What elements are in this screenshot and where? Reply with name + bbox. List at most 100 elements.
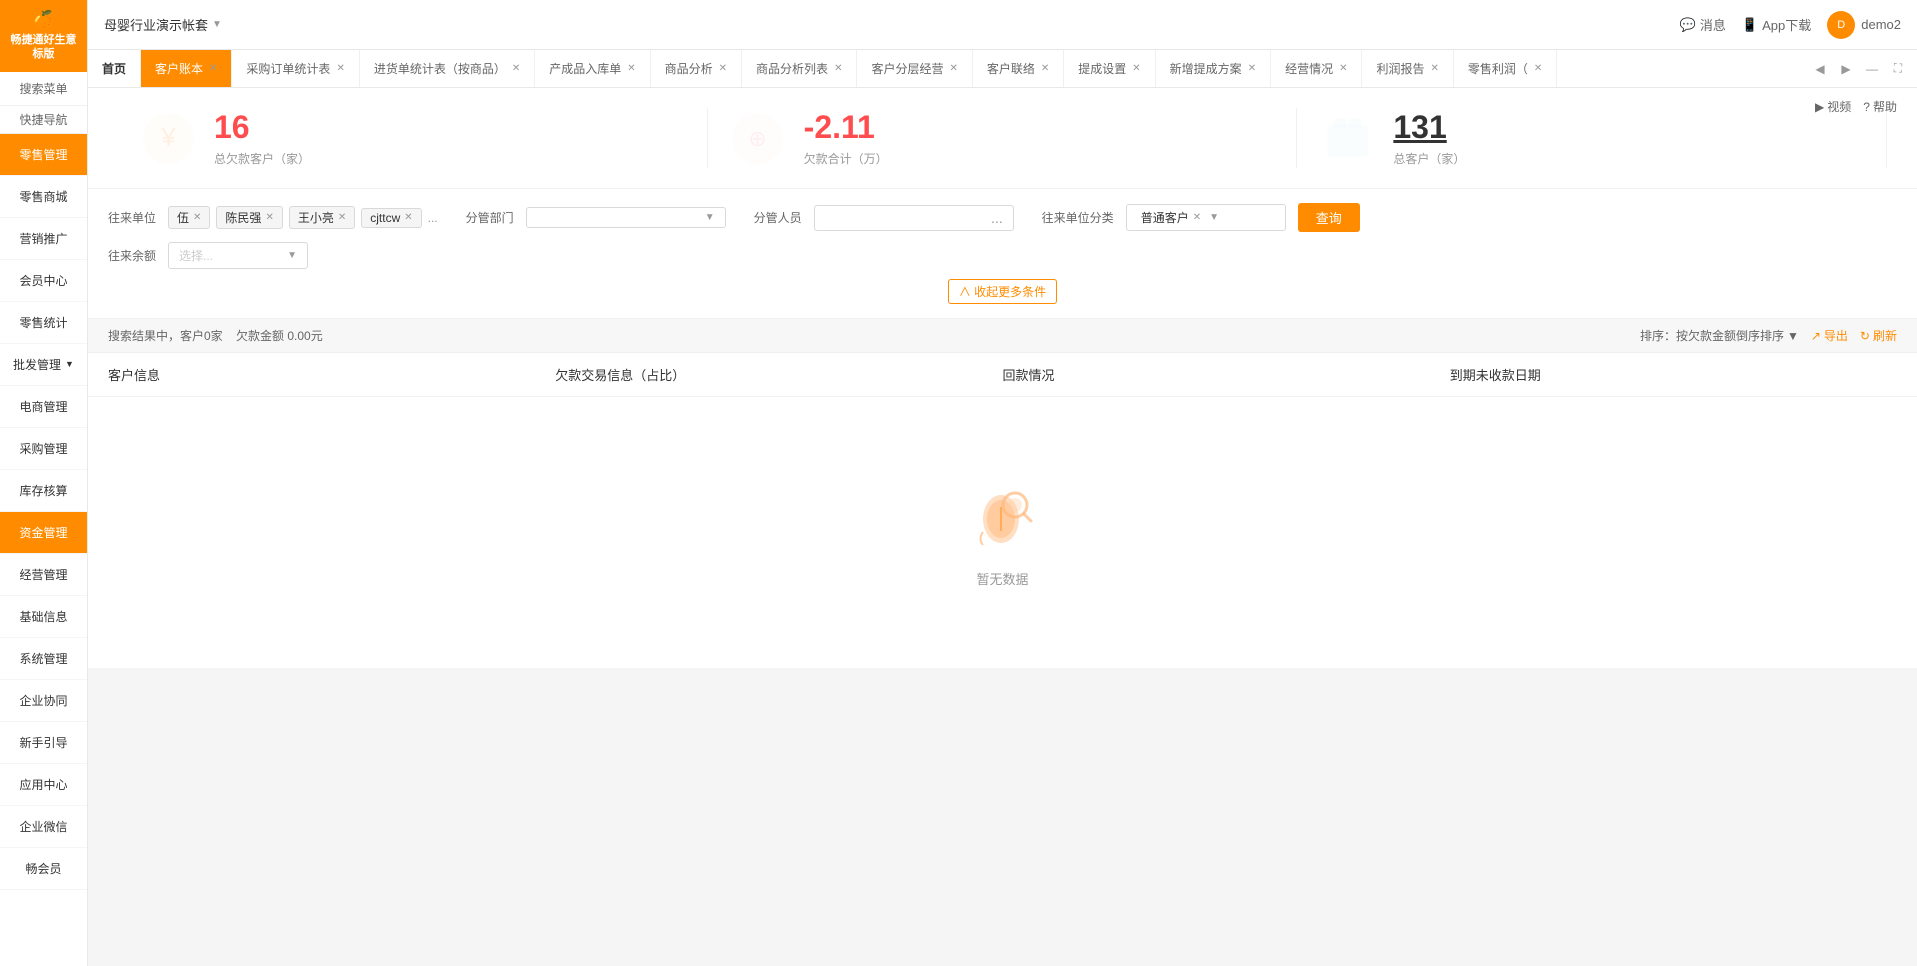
sidebar-item-ecommerce[interactable]: 电商管理: [0, 386, 87, 428]
stat-value-amount: -2.11: [804, 109, 888, 146]
svg-text:¥: ¥: [160, 123, 176, 151]
sidebar-item-enterprise-coop[interactable]: 企业协同: [0, 680, 87, 722]
search-menu-btn[interactable]: 搜索菜单: [0, 72, 87, 106]
tab-profit-report[interactable]: 利润报告 ✕: [1362, 50, 1453, 87]
tab-close-product-list[interactable]: ✕: [834, 63, 842, 74]
sidebar-item-inventory[interactable]: 库存核算: [0, 470, 87, 512]
tab-close-purchase-order[interactable]: ✕: [336, 63, 344, 74]
tab-business-status[interactable]: 经营情况 ✕: [1271, 50, 1362, 87]
download-icon: 📱: [1742, 17, 1758, 33]
tab-instock-stats[interactable]: 进货单统计表（按商品） ✕: [360, 50, 535, 87]
dept-select[interactable]: ▼: [526, 207, 726, 228]
amount-icon: ⊕: [728, 108, 788, 168]
tab-prev-btn[interactable]: ◀: [1809, 58, 1831, 80]
tab-product-instock[interactable]: 产成品入库单 ✕: [535, 50, 650, 87]
tab-product-analysis[interactable]: 商品分析 ✕: [651, 50, 742, 87]
filter-tag-chen[interactable]: 陈民强 ✕: [216, 206, 282, 229]
sidebar-item-new-user[interactable]: 新手引导: [0, 722, 87, 764]
main-content: 母婴行业演示帐套 ▼ 💬 消息 📱 App下载 D demo2: [88, 0, 1917, 966]
stat-value-customers: 16: [214, 109, 310, 146]
sort-btn[interactable]: 排序：按欠款金额倒序排序 ▼: [1640, 327, 1799, 344]
tab-customer-contact[interactable]: 客户联络 ✕: [973, 50, 1064, 87]
tab-retail-profit[interactable]: 零售利润（ ✕: [1454, 50, 1557, 87]
tab-close-business[interactable]: ✕: [1339, 63, 1347, 74]
person-select[interactable]: ...: [814, 205, 1014, 231]
table-header-due-date: 到期未收款日期: [1450, 365, 1897, 384]
unit-class-select[interactable]: 普通客户 ✕ ▼: [1126, 204, 1286, 231]
tab-product-analysis-list[interactable]: 商品分析列表 ✕: [742, 50, 857, 87]
sidebar-item-member-vip[interactable]: 畅会员: [0, 848, 87, 890]
tab-customer-account[interactable]: 客户账本 ✕: [141, 50, 232, 87]
remove-tag-cjttcw[interactable]: ✕: [404, 212, 412, 223]
export-btn[interactable]: ↗ 导出: [1811, 327, 1848, 344]
table-container: 客户信息 欠款交易信息（占比） 回款情况 到期未收款日期: [88, 353, 1917, 668]
tab-close-retail[interactable]: ✕: [1534, 63, 1542, 74]
stat-info-amount: -2.11 欠款合计（万）: [804, 109, 888, 167]
tab-new-promotion[interactable]: 新增提成方案 ✕: [1156, 50, 1271, 87]
tab-close-customer-contact[interactable]: ✕: [1041, 63, 1049, 74]
sidebar-item-marketing[interactable]: 营销推广: [0, 218, 87, 260]
sidebar-item-purchase-mgmt[interactable]: 采购管理: [0, 428, 87, 470]
sidebar-item-wholesale-mgmt[interactable]: 批发管理 ▼: [0, 344, 87, 386]
stat-label-total: 总客户（家）: [1393, 150, 1465, 167]
remove-tag-wang[interactable]: ✕: [338, 212, 346, 223]
stat-label-amount: 欠款合计（万）: [804, 150, 888, 167]
filter-tag-wang[interactable]: 王小亮 ✕: [289, 206, 355, 229]
tab-bar: 首页 客户账本 ✕ 采购订单统计表 ✕ 进货单统计表（按商品） ✕ 产成品入库单…: [88, 50, 1917, 88]
sidebar-item-basic-info[interactable]: 基础信息: [0, 596, 87, 638]
sidebar-logo: 🍊 畅捷通好生意 标版: [0, 0, 87, 72]
sidebar-item-operations[interactable]: 经营管理: [0, 554, 87, 596]
remove-tag-chen[interactable]: ✕: [265, 212, 273, 223]
tab-close-promotion[interactable]: ✕: [1132, 63, 1140, 74]
refresh-btn[interactable]: ↻ 刷新: [1860, 327, 1897, 344]
tab-close-instock[interactable]: ✕: [512, 63, 520, 74]
tab-next-btn[interactable]: ▶: [1835, 58, 1857, 80]
dept-chevron-icon: ▼: [705, 212, 715, 223]
help-btn[interactable]: ? 帮助: [1863, 98, 1897, 115]
top-bar-left: 母婴行业演示帐套 ▼: [104, 15, 222, 34]
tab-home[interactable]: 首页: [88, 50, 141, 87]
empty-text: 暂无数据: [976, 569, 1028, 588]
sidebar-item-app-center[interactable]: 应用中心: [0, 764, 87, 806]
collapse-btn[interactable]: ∧ 收起更多条件: [948, 279, 1057, 304]
tab-maximize-btn[interactable]: ⛶: [1887, 58, 1909, 80]
customers-icon: ¥: [138, 108, 198, 168]
app-download-btn[interactable]: 📱 App下载: [1742, 15, 1811, 34]
tab-promotion-settings[interactable]: 提成设置 ✕: [1064, 50, 1155, 87]
refresh-icon: ↻: [1860, 329, 1870, 343]
tab-minimize-btn[interactable]: —: [1861, 58, 1883, 80]
video-btn[interactable]: ▶ 视频: [1815, 98, 1851, 115]
tab-customer-tier[interactable]: 客户分层经营 ✕: [857, 50, 972, 87]
workspace-selector[interactable]: 母婴行业演示帐套 ▼: [104, 15, 222, 34]
filter-more-btn[interactable]: ...: [428, 211, 438, 225]
remove-tag-wu[interactable]: ✕: [193, 212, 201, 223]
sidebar-item-retail-store[interactable]: 零售商城: [0, 176, 87, 218]
balance-select[interactable]: 选择... ▼: [168, 242, 308, 269]
tab-close-profit[interactable]: ✕: [1431, 63, 1439, 74]
sidebar-item-wechat-work[interactable]: 企业微信: [0, 806, 87, 848]
person-dots[interactable]: ...: [991, 210, 1003, 226]
tab-close-product-instock[interactable]: ✕: [627, 63, 635, 74]
dept-filter-label: 分管部门: [466, 209, 514, 226]
person-filter-label: 分管人员: [754, 209, 802, 226]
filter-tag-wu[interactable]: 伍 ✕: [168, 206, 210, 229]
tab-close-product-analysis[interactable]: ✕: [719, 63, 727, 74]
stats-bar: ¥ 16 总欠款客户（家） ⊕: [88, 88, 1917, 189]
tab-close-new-promotion[interactable]: ✕: [1248, 63, 1256, 74]
sidebar-item-capital-mgmt[interactable]: 资金管理: [0, 512, 87, 554]
user-profile[interactable]: D demo2: [1827, 11, 1901, 39]
unit-class-tag[interactable]: 普通客户 ✕: [1137, 209, 1205, 226]
tab-purchase-order-stats[interactable]: 采购订单统计表 ✕: [232, 50, 359, 87]
sidebar-item-retail-mgmt[interactable]: 零售管理: [0, 134, 87, 176]
filter-tag-cjttcw[interactable]: cjttcw ✕: [361, 208, 421, 228]
tab-close-customer-tier[interactable]: ✕: [949, 63, 957, 74]
query-button[interactable]: 查询: [1298, 203, 1360, 232]
sidebar-item-sys-mgmt[interactable]: 系统管理: [0, 638, 87, 680]
quick-nav-btn[interactable]: 快捷导航: [0, 106, 87, 134]
sidebar-item-member-center[interactable]: 会员中心: [0, 260, 87, 302]
remove-unit-class[interactable]: ✕: [1193, 212, 1201, 223]
balance-chevron-icon: ▼: [287, 250, 297, 261]
messages-btn[interactable]: 💬 消息: [1680, 15, 1726, 34]
sidebar-item-retail-stats[interactable]: 零售统计: [0, 302, 87, 344]
tab-close-customer-account[interactable]: ✕: [209, 63, 217, 74]
